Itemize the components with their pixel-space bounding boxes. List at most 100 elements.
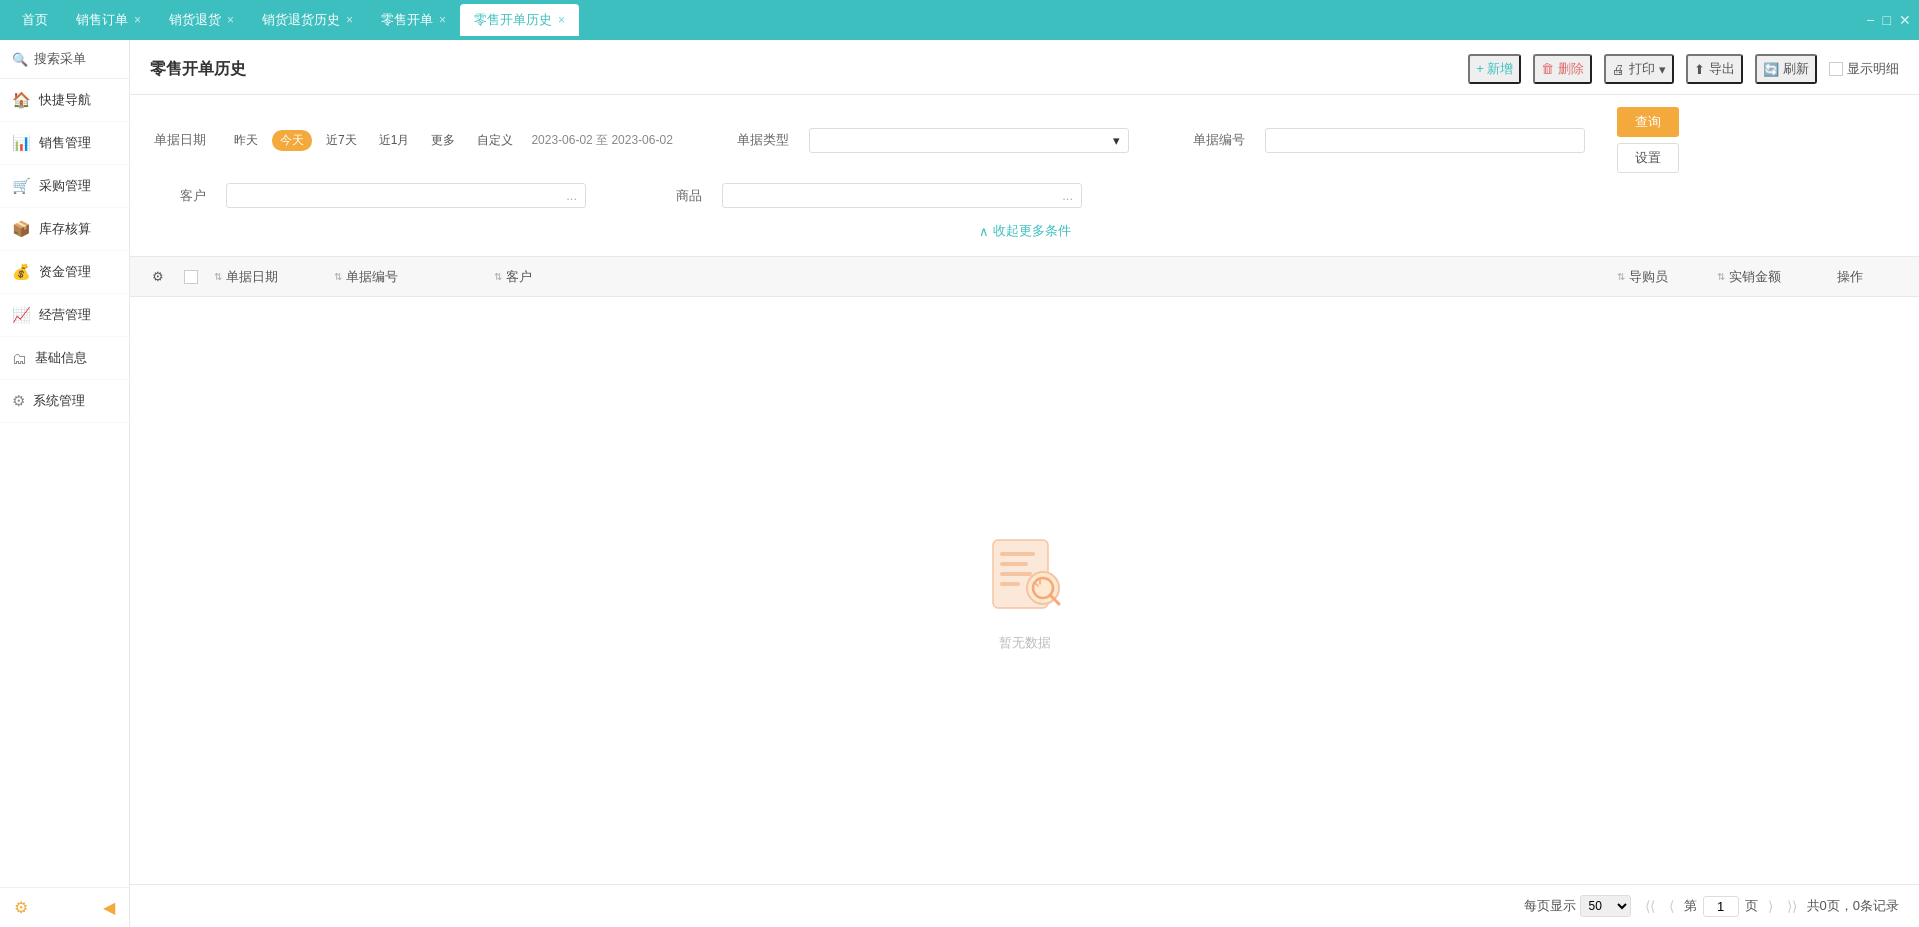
- sidebar-item-basic-info[interactable]: 🗂 基础信息: [0, 337, 129, 380]
- show-detail-label: 显示明细: [1847, 60, 1899, 78]
- print-chevron-icon: ▾: [1659, 62, 1666, 77]
- page-last-btn[interactable]: ⟩⟩: [1783, 896, 1801, 916]
- print-button[interactable]: 🖨 打印 ▾: [1604, 54, 1674, 84]
- type-filter-select[interactable]: ▾: [809, 128, 1129, 153]
- sidebar-item-operations[interactable]: 📈 经营管理: [0, 294, 129, 337]
- sidebar-item-system-label: 系统管理: [33, 392, 85, 410]
- filter-collapse-btn[interactable]: ∧ 收起更多条件: [150, 218, 1899, 244]
- svg-rect-1: [1000, 552, 1035, 556]
- customer-filter-label: 客户: [150, 187, 206, 205]
- sidebar-item-sales-mgmt-label: 销售管理: [39, 134, 91, 152]
- sidebar-item-quick-nav[interactable]: 🏠 快捷导航: [0, 79, 129, 122]
- window-max-btn[interactable]: □: [1883, 12, 1891, 28]
- th-amount-sort-icon: ⇅: [1717, 271, 1725, 282]
- date-last7-btn[interactable]: 近7天: [318, 130, 365, 151]
- customer-filter-select[interactable]: ...: [226, 183, 586, 208]
- search-icon: 🔍: [12, 52, 28, 67]
- query-button[interactable]: 查询: [1617, 107, 1679, 137]
- refresh-label: 刷新: [1783, 60, 1809, 78]
- export-button[interactable]: ⬆ 导出: [1686, 54, 1743, 84]
- th-date-sort-icon: ⇅: [214, 271, 222, 282]
- collapse-icon: ∧: [979, 224, 989, 239]
- date-custom-btn[interactable]: 自定义: [469, 130, 521, 151]
- sidebar-item-system[interactable]: ⚙ 系统管理: [0, 380, 129, 423]
- th-buyer[interactable]: ⇅ 导购员: [1609, 268, 1709, 286]
- th-customer[interactable]: ⇅ 客户: [486, 268, 1609, 286]
- date-yesterday-btn[interactable]: 昨天: [226, 130, 266, 151]
- date-range-display: 2023-06-02 至 2023-06-02: [531, 132, 672, 149]
- th-number-sort-icon: ⇅: [334, 271, 342, 282]
- type-filter-label: 单据类型: [733, 131, 789, 149]
- th-date[interactable]: ⇅ 单据日期: [206, 268, 326, 286]
- show-detail-toggle[interactable]: 显示明细: [1829, 60, 1899, 78]
- date-more-btn[interactable]: 更多: [423, 130, 463, 151]
- date-filter-label: 单据日期: [150, 131, 206, 149]
- refresh-button[interactable]: 🔄 刷新: [1755, 54, 1817, 84]
- number-filter-input[interactable]: [1265, 128, 1585, 153]
- tab-home[interactable]: 首页: [8, 4, 62, 36]
- delete-button[interactable]: 🗑 删除: [1533, 54, 1592, 84]
- th-action: 操作: [1829, 268, 1909, 286]
- page-header: 零售开单历史 + 新增 🗑 删除 🖨 打印 ▾ ⬆ 导出 🔄 刷新: [130, 40, 1919, 95]
- tab-retail-open-history-close[interactable]: ×: [558, 13, 565, 27]
- th-date-label: 单据日期: [226, 268, 278, 286]
- select-all-checkbox[interactable]: [184, 270, 198, 284]
- page-title: 零售开单历史: [150, 59, 246, 80]
- product-filter-select[interactable]: ...: [722, 183, 1082, 208]
- sidebar-item-operations-label: 经营管理: [39, 306, 91, 324]
- sidebar-search[interactable]: 🔍 搜索采单: [0, 40, 129, 79]
- tab-retail-open-history-label: 零售开单历史: [474, 11, 552, 29]
- page-prev-btn[interactable]: ⟨: [1665, 896, 1678, 916]
- type-chevron-icon: ▾: [1113, 133, 1120, 148]
- gear-icon: ⚙: [12, 392, 25, 410]
- tab-retail-open-history[interactable]: 零售开单历史 ×: [460, 4, 579, 36]
- add-button[interactable]: + 新增: [1468, 54, 1521, 84]
- pagination-bar: 每页显示 50 10 20 100 ⟨⟨ ⟨ 第 页 ⟩ ⟩⟩ 共0页，0条记录: [130, 884, 1919, 927]
- tab-sales-return-history[interactable]: 销货退货历史 ×: [248, 4, 367, 36]
- tab-sales-return[interactable]: 销货退货 ×: [155, 4, 248, 36]
- home-icon: 🏠: [12, 91, 31, 109]
- th-amount[interactable]: ⇅ 实销金额: [1709, 268, 1829, 286]
- th-customer-label: 客户: [506, 268, 532, 286]
- settings-icon: ⚙: [152, 269, 164, 284]
- tab-sales-return-close[interactable]: ×: [227, 13, 234, 27]
- show-detail-checkbox[interactable]: [1829, 62, 1843, 76]
- sidebar-bottom: ⚙ ◀: [0, 887, 129, 927]
- sidebar-item-finance-label: 资金管理: [39, 263, 91, 281]
- total-count: 共0页，0条记录: [1807, 897, 1899, 915]
- sidebar-item-inventory[interactable]: 📦 库存核算: [0, 208, 129, 251]
- tab-sales-order-close[interactable]: ×: [134, 13, 141, 27]
- per-page-select[interactable]: 50 10 20 100: [1580, 895, 1631, 917]
- tab-sales-order[interactable]: 销售订单 ×: [62, 4, 155, 36]
- sidebar-item-purchase-mgmt[interactable]: 🛒 采购管理: [0, 165, 129, 208]
- th-number-label: 单据编号: [346, 268, 398, 286]
- product-dots[interactable]: ...: [1062, 188, 1073, 203]
- tab-retail-open-close[interactable]: ×: [439, 13, 446, 27]
- date-last-month-btn[interactable]: 近1月: [371, 130, 418, 151]
- th-checkbox[interactable]: [176, 270, 206, 284]
- tab-bar: 首页 销售订单 × 销货退货 × 销货退货历史 × 零售开单 × 零售开单历史 …: [0, 0, 1919, 40]
- trend-icon: 📈: [12, 306, 31, 324]
- tab-sales-return-history-close[interactable]: ×: [346, 13, 353, 27]
- customer-dots[interactable]: ...: [566, 188, 577, 203]
- per-page-label: 每页显示: [1524, 897, 1576, 915]
- window-min-btn[interactable]: −: [1866, 12, 1874, 28]
- sidebar-item-finance[interactable]: 💰 资金管理: [0, 251, 129, 294]
- sidebar-collapse-icon[interactable]: ◀: [103, 898, 115, 917]
- tab-home-label: 首页: [22, 11, 48, 29]
- svg-rect-4: [1000, 582, 1020, 586]
- th-settings[interactable]: ⚙: [140, 269, 176, 284]
- th-number[interactable]: ⇅ 单据编号: [326, 268, 486, 286]
- sidebar-settings-icon[interactable]: ⚙: [14, 898, 28, 917]
- page-first-btn[interactable]: ⟨⟨: [1641, 896, 1659, 916]
- svg-rect-3: [1000, 572, 1032, 576]
- sidebar-item-sales-mgmt[interactable]: 📊 销售管理: [0, 122, 129, 165]
- date-today-btn[interactable]: 今天: [272, 130, 312, 151]
- page-number-input[interactable]: [1703, 896, 1739, 917]
- sidebar-item-inventory-label: 库存核算: [39, 220, 91, 238]
- settings-button[interactable]: 设置: [1617, 143, 1679, 173]
- window-close-btn[interactable]: ✕: [1899, 12, 1911, 28]
- tab-retail-open[interactable]: 零售开单 ×: [367, 4, 460, 36]
- page-next-btn[interactable]: ⟩: [1764, 896, 1777, 916]
- content-area: 零售开单历史 + 新增 🗑 删除 🖨 打印 ▾ ⬆ 导出 🔄 刷新: [130, 40, 1919, 927]
